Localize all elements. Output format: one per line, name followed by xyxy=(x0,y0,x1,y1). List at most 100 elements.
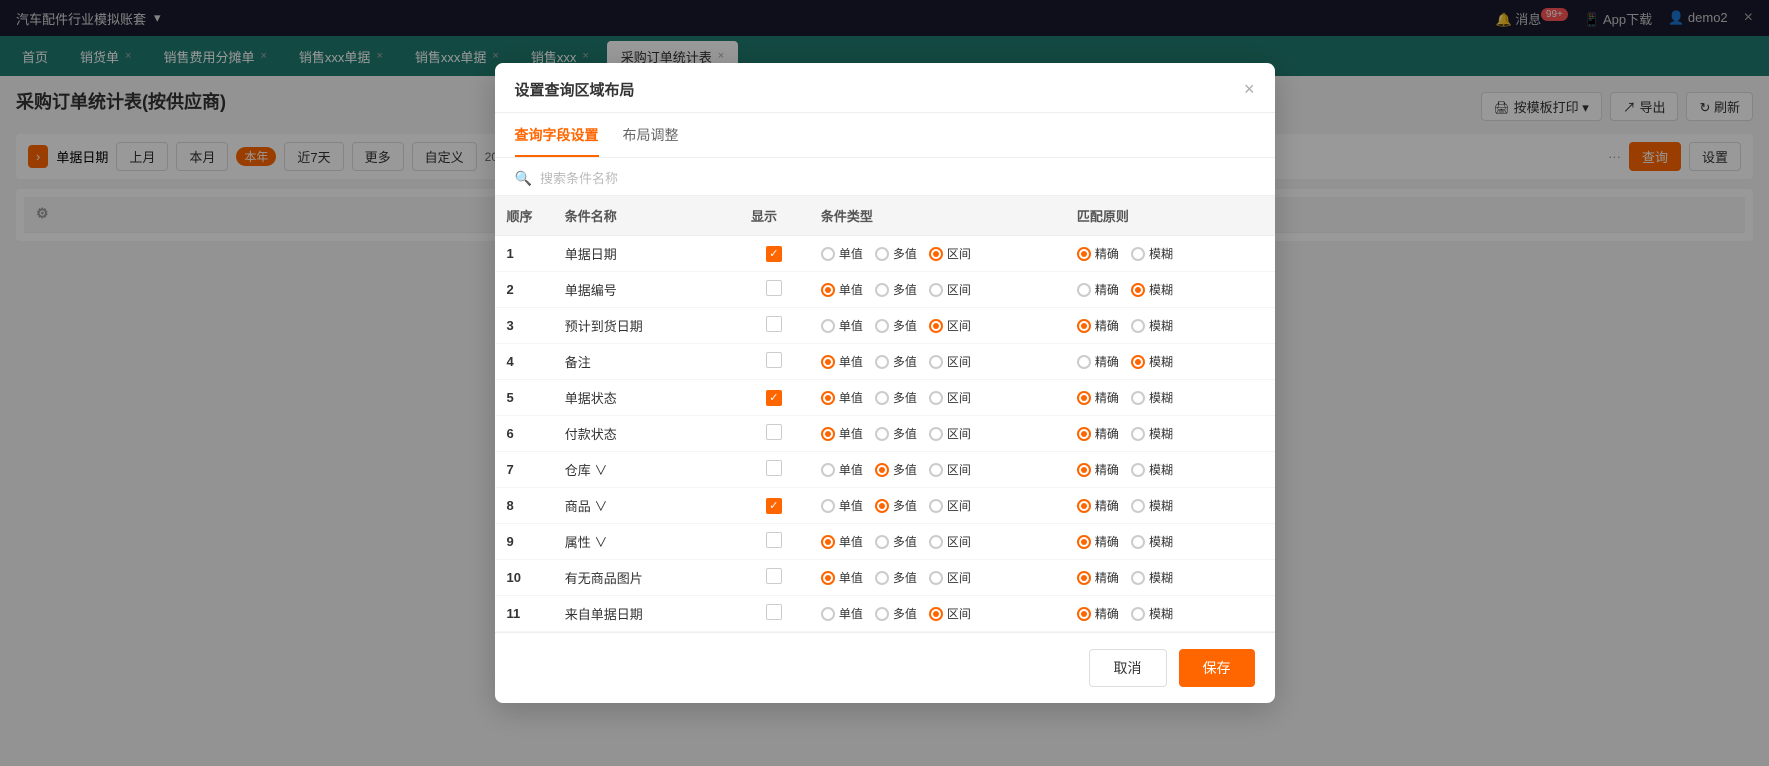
radio-type-区间-7[interactable]: 区间 xyxy=(929,497,971,514)
radio-match-模糊-5[interactable]: 模糊 xyxy=(1131,425,1173,442)
radio-type-多值-0[interactable]: 多值 xyxy=(875,245,917,262)
radio-type-单值-6[interactable]: 单值 xyxy=(821,461,863,478)
cell-match-8: 精确模糊 xyxy=(1065,524,1275,560)
radio-match-模糊-0[interactable]: 模糊 xyxy=(1131,245,1173,262)
radio-type-区间-0[interactable]: 区间 xyxy=(929,245,971,262)
radio-type-单值-2[interactable]: 单值 xyxy=(821,317,863,334)
checkbox-show-7[interactable] xyxy=(766,498,782,514)
cell-show-7[interactable] xyxy=(739,488,809,524)
checkbox-show-1[interactable] xyxy=(766,280,782,296)
cell-type-1: 单值多值区间 xyxy=(809,272,1065,308)
radio-match-精确-3[interactable]: 精确 xyxy=(1077,353,1119,370)
radio-type-单值-8[interactable]: 单值 xyxy=(821,533,863,550)
radio-match-精确-10[interactable]: 精确 xyxy=(1077,605,1119,622)
radio-type-多值-10[interactable]: 多值 xyxy=(875,605,917,622)
radio-type-区间-8[interactable]: 区间 xyxy=(929,533,971,550)
tab-field-settings[interactable]: 查询字段设置 xyxy=(515,125,599,157)
radio-dot-match-精确-6 xyxy=(1077,463,1091,477)
radio-dot-区间-8 xyxy=(929,535,943,549)
radio-type-多值-9[interactable]: 多值 xyxy=(875,569,917,586)
radio-match-模糊-3[interactable]: 模糊 xyxy=(1131,353,1173,370)
radio-type-区间-6[interactable]: 区间 xyxy=(929,461,971,478)
checkbox-show-3[interactable] xyxy=(766,352,782,368)
radio-label-区间-7: 区间 xyxy=(947,497,971,514)
radio-match-精确-0[interactable]: 精确 xyxy=(1077,245,1119,262)
radio-type-区间-1[interactable]: 区间 xyxy=(929,281,971,298)
checkbox-show-8[interactable] xyxy=(766,532,782,548)
cell-show-2[interactable] xyxy=(739,308,809,344)
radio-dot-match-精确-0 xyxy=(1077,247,1091,261)
radio-type-单值-4[interactable]: 单值 xyxy=(821,389,863,406)
tab-layout-adjust[interactable]: 布局调整 xyxy=(623,125,679,157)
radio-match-精确-8[interactable]: 精确 xyxy=(1077,533,1119,550)
checkbox-show-2[interactable] xyxy=(766,316,782,332)
cell-show-10[interactable] xyxy=(739,596,809,632)
checkbox-show-9[interactable] xyxy=(766,568,782,584)
radio-type-单值-7[interactable]: 单值 xyxy=(821,497,863,514)
radio-type-区间-5[interactable]: 区间 xyxy=(929,425,971,442)
radio-type-多值-3[interactable]: 多值 xyxy=(875,353,917,370)
dialog-close-button[interactable]: × xyxy=(1244,79,1255,100)
dialog-tabs: 查询字段设置 布局调整 xyxy=(495,113,1275,158)
radio-type-单值-9[interactable]: 单值 xyxy=(821,569,863,586)
radio-type-单值-3[interactable]: 单值 xyxy=(821,353,863,370)
radio-dot-多值-8 xyxy=(875,535,889,549)
cell-order-1: 2 xyxy=(495,272,553,308)
radio-dot-match-模糊-4 xyxy=(1131,391,1145,405)
radio-type-区间-9[interactable]: 区间 xyxy=(929,569,971,586)
checkbox-show-10[interactable] xyxy=(766,604,782,620)
checkbox-show-5[interactable] xyxy=(766,424,782,440)
cell-show-4[interactable] xyxy=(739,380,809,416)
checkbox-show-4[interactable] xyxy=(766,390,782,406)
radio-match-模糊-2[interactable]: 模糊 xyxy=(1131,317,1173,334)
radio-type-单值-0[interactable]: 单值 xyxy=(821,245,863,262)
radio-label-match-模糊-2: 模糊 xyxy=(1149,317,1173,334)
radio-label-match-精确-4: 精确 xyxy=(1095,389,1119,406)
radio-match-精确-7[interactable]: 精确 xyxy=(1077,497,1119,514)
radio-type-区间-2[interactable]: 区间 xyxy=(929,317,971,334)
cell-show-6[interactable] xyxy=(739,452,809,488)
radio-match-精确-5[interactable]: 精确 xyxy=(1077,425,1119,442)
radio-dot-单值-8 xyxy=(821,535,835,549)
checkbox-show-6[interactable] xyxy=(766,460,782,476)
radio-type-单值-1[interactable]: 单值 xyxy=(821,281,863,298)
cell-show-9[interactable] xyxy=(739,560,809,596)
cell-match-2: 精确 模糊 xyxy=(1065,308,1275,344)
radio-type-多值-4[interactable]: 多值 xyxy=(875,389,917,406)
radio-match-精确-4[interactable]: 精确 xyxy=(1077,389,1119,406)
radio-match-模糊-8[interactable]: 模糊 xyxy=(1131,533,1173,550)
radio-match-模糊-9[interactable]: 模糊 xyxy=(1131,569,1173,586)
cell-show-8[interactable] xyxy=(739,524,809,560)
radio-type-单值-5[interactable]: 单值 xyxy=(821,425,863,442)
cell-show-5[interactable] xyxy=(739,416,809,452)
radio-type-区间-10[interactable]: 区间 xyxy=(929,605,971,622)
radio-match-模糊-1[interactable]: 模糊 xyxy=(1131,281,1173,298)
radio-match-精确-9[interactable]: 精确 xyxy=(1077,569,1119,586)
cancel-button[interactable]: 取消 xyxy=(1089,649,1167,687)
radio-match-模糊-6[interactable]: 模糊 xyxy=(1131,461,1173,478)
radio-match-精确-1[interactable]: 精确 xyxy=(1077,281,1119,298)
search-input[interactable] xyxy=(540,171,740,186)
cell-show-1[interactable] xyxy=(739,272,809,308)
radio-type-单值-10[interactable]: 单值 xyxy=(821,605,863,622)
radio-match-精确-6[interactable]: 精确 xyxy=(1077,461,1119,478)
radio-type-多值-5[interactable]: 多值 xyxy=(875,425,917,442)
radio-dot-match-模糊-6 xyxy=(1131,463,1145,477)
radio-match-精确-2[interactable]: 精确 xyxy=(1077,317,1119,334)
radio-match-模糊-7[interactable]: 模糊 xyxy=(1131,497,1173,514)
cell-show-3[interactable] xyxy=(739,344,809,380)
save-button[interactable]: 保存 xyxy=(1179,649,1255,687)
cell-match-1: 精确模糊 xyxy=(1065,272,1275,308)
radio-type-多值-8[interactable]: 多值 xyxy=(875,533,917,550)
radio-match-模糊-10[interactable]: 模糊 xyxy=(1131,605,1173,622)
cell-show-0[interactable] xyxy=(739,236,809,272)
radio-type-区间-3[interactable]: 区间 xyxy=(929,353,971,370)
radio-match-模糊-4[interactable]: 模糊 xyxy=(1131,389,1173,406)
radio-type-多值-1[interactable]: 多值 xyxy=(875,281,917,298)
radio-dot-match-精确-8 xyxy=(1077,535,1091,549)
radio-type-多值-2[interactable]: 多值 xyxy=(875,317,917,334)
radio-type-多值-7[interactable]: 多值 xyxy=(875,497,917,514)
checkbox-show-0[interactable] xyxy=(766,246,782,262)
radio-type-多值-6[interactable]: 多值 xyxy=(875,461,917,478)
radio-type-区间-4[interactable]: 区间 xyxy=(929,389,971,406)
